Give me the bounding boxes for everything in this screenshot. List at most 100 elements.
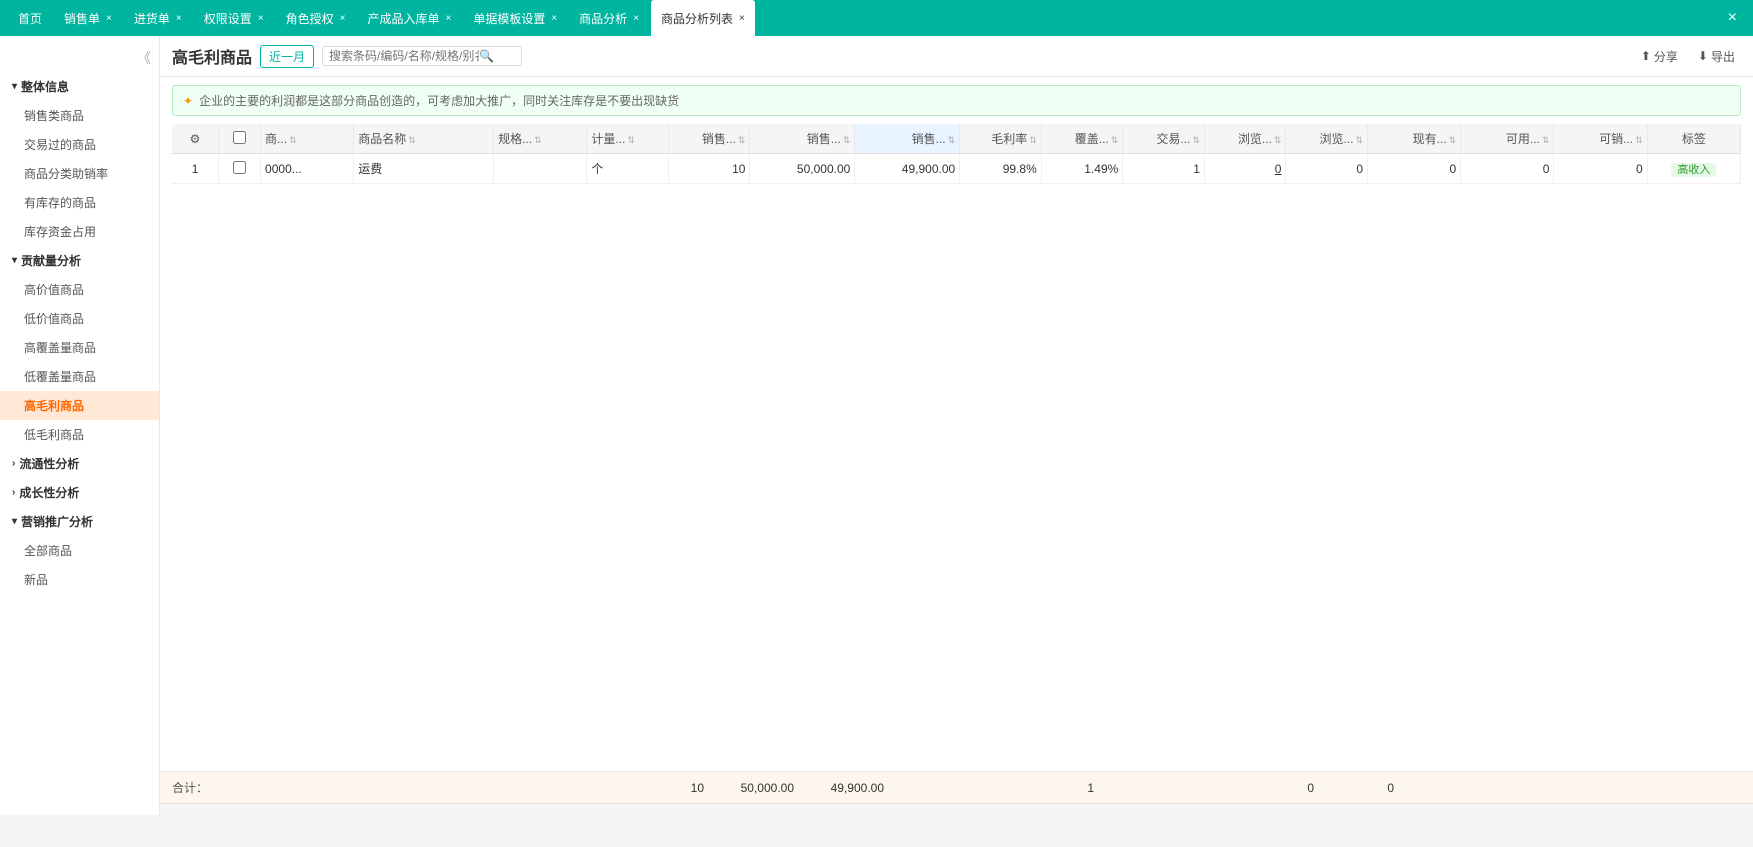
window-close-button[interactable]: ×: [1720, 9, 1745, 27]
nav-role[interactable]: 角色授权 ×: [276, 0, 356, 36]
export-button[interactable]: ⬇ 导出: [1692, 46, 1741, 67]
info-icon: ✦: [183, 94, 193, 108]
arrow-icon: ›: [12, 458, 15, 469]
sidebar-group-marketing[interactable]: ▾ 营销推广分析: [0, 507, 159, 536]
nav-template[interactable]: 单据模板设置 ×: [463, 0, 567, 36]
nav-product-analysis-list[interactable]: 商品分析列表 ×: [651, 0, 755, 36]
code-column-header[interactable]: 商...⇅: [261, 124, 354, 154]
nav-sales-order[interactable]: 销售单 ×: [54, 0, 122, 36]
sales-qty-column-header[interactable]: 销售...⇅: [668, 124, 750, 154]
browse2-column-header[interactable]: 浏览...⇅: [1286, 124, 1368, 154]
search-input[interactable]: [329, 49, 479, 63]
stock2-column-header[interactable]: 可用...⇅: [1461, 124, 1554, 154]
sidebar-collapse-button[interactable]: 《: [137, 48, 151, 68]
sidebar-item-high-value[interactable]: 高价值商品: [0, 275, 159, 304]
footer-bar: 合计： 10 50,000.00 49,900.00 1 0 0: [160, 771, 1753, 803]
sort-icon: ⇅: [408, 135, 416, 145]
close-icon[interactable]: ×: [106, 13, 112, 24]
stock1-column-header[interactable]: 现有...⇅: [1368, 124, 1461, 154]
sidebar-item-instock-goods[interactable]: 有库存的商品: [0, 188, 159, 217]
sidebar-item-traded-goods[interactable]: 交易过的商品: [0, 130, 159, 159]
sidebar-item-all-goods[interactable]: 全部商品: [0, 536, 159, 565]
row-sales-cost: 49,900.00: [855, 154, 960, 184]
period-button[interactable]: 近一月: [260, 45, 314, 68]
sidebar-item-sales-goods[interactable]: 销售类商品: [0, 101, 159, 130]
sort-icon: ⇅: [738, 135, 746, 145]
row-unit: 个: [587, 154, 669, 184]
sidebar-item-high-coverage[interactable]: 高覆盖量商品: [0, 333, 159, 362]
unit-column-header[interactable]: 计量...⇅: [587, 124, 669, 154]
sort-icon: ⇅: [1355, 135, 1363, 145]
row-sales-amt: 50,000.00: [750, 154, 855, 184]
browse1-column-header[interactable]: 浏览...⇅: [1204, 124, 1286, 154]
sidebar-item-low-margin[interactable]: 低毛利商品: [0, 420, 159, 449]
content-header: 高毛利商品 近一月 🔍 ⬆ 分享 ⬇ 导出: [160, 36, 1753, 77]
footer-cells: 10 50,000.00 49,900.00 1 0 0: [212, 781, 1741, 795]
sales-amt-column-header[interactable]: 销售...⇅: [750, 124, 855, 154]
sidebar-item-stock-capital[interactable]: 库存资金占用: [0, 217, 159, 246]
row-coverage: 1.49%: [1041, 154, 1123, 184]
nav-permission[interactable]: 权限设置 ×: [194, 0, 274, 36]
row-stock1: 0: [1368, 154, 1461, 184]
sidebar-item-low-value[interactable]: 低价值商品: [0, 304, 159, 333]
search-box: 🔍: [322, 46, 522, 66]
row-trade: 1: [1123, 154, 1205, 184]
close-icon[interactable]: ×: [739, 13, 745, 24]
gross-rate-column-header[interactable]: 毛利率⇅: [960, 124, 1042, 154]
sort-icon: ⇅: [1542, 135, 1550, 145]
nav-home[interactable]: 首页: [8, 0, 52, 36]
search-icon[interactable]: 🔍: [479, 49, 494, 63]
table-container: ⚙ 商...⇅ 商品名称⇅ 规格...⇅ 计量...⇅ 销售...⇅ 销售...…: [172, 124, 1741, 771]
sidebar-item-new-goods[interactable]: 新品: [0, 565, 159, 594]
sidebar-group-contribution[interactable]: ▾ 贡献量分析: [0, 246, 159, 275]
sort-icon: ⇅: [1111, 135, 1119, 145]
saleable-column-header[interactable]: 可销...⇅: [1554, 124, 1647, 154]
tag-column-header[interactable]: 标签: [1647, 124, 1740, 154]
content-area: 高毛利商品 近一月 🔍 ⬆ 分享 ⬇ 导出 ✦ 企业的主要的利润都是这部分商品创…: [160, 36, 1753, 815]
close-icon[interactable]: ×: [258, 13, 264, 24]
select-all-checkbox[interactable]: [233, 131, 246, 144]
close-icon[interactable]: ×: [176, 13, 182, 24]
sidebar-item-category-rate[interactable]: 商品分类助销率: [0, 159, 159, 188]
close-icon[interactable]: ×: [633, 13, 639, 24]
sort-icon: ⇅: [627, 135, 635, 145]
trade-column-header[interactable]: 交易...⇅: [1123, 124, 1205, 154]
sidebar: 《 ▾ 整体信息 销售类商品 交易过的商品 商品分类助销率 有库存的商品 库存资…: [0, 36, 160, 815]
footer-stock2: 0: [1318, 781, 1398, 795]
row-gross-rate: 99.8%: [960, 154, 1042, 184]
share-button[interactable]: ⬆ 分享: [1635, 46, 1684, 67]
arrow-icon: ▾: [12, 81, 17, 92]
row-saleable: 0: [1554, 154, 1647, 184]
settings-column-header[interactable]: ⚙: [172, 124, 219, 154]
close-icon[interactable]: ×: [445, 13, 451, 24]
sidebar-group-overview[interactable]: ▾ 整体信息: [0, 72, 159, 101]
checkbox-column-header[interactable]: [219, 124, 261, 154]
footer-trade: 1: [1028, 781, 1098, 795]
sort-icon: ⇅: [1192, 135, 1200, 145]
sidebar-item-low-coverage[interactable]: 低覆盖量商品: [0, 362, 159, 391]
sort-icon: ⇅: [289, 135, 297, 145]
sidebar-group-growth[interactable]: › 成长性分析: [0, 478, 159, 507]
row-spec: [494, 154, 587, 184]
row-browse1[interactable]: 0: [1204, 154, 1286, 184]
row-num: 1: [172, 154, 219, 184]
sales-cost-column-header[interactable]: 销售...⇅: [855, 124, 960, 154]
close-icon[interactable]: ×: [340, 13, 346, 24]
sidebar-item-high-margin[interactable]: 高毛利商品: [0, 391, 159, 420]
close-icon[interactable]: ×: [551, 13, 557, 24]
sort-icon: ⇅: [843, 135, 851, 145]
nav-purchase[interactable]: 进货单 ×: [124, 0, 192, 36]
footer-sales-amt: 50,000.00: [708, 781, 798, 795]
spec-column-header[interactable]: 规格...⇅: [494, 124, 587, 154]
coverage-column-header[interactable]: 覆盖...⇅: [1041, 124, 1123, 154]
name-column-header[interactable]: 商品名称⇅: [354, 124, 494, 154]
nav-product-inbound[interactable]: 产成品入库单 ×: [357, 0, 461, 36]
top-nav: 首页 销售单 × 进货单 × 权限设置 × 角色授权 × 产成品入库单 × 单据…: [0, 0, 1753, 36]
sidebar-group-circulation[interactable]: › 流通性分析: [0, 449, 159, 478]
nav-product-analysis[interactable]: 商品分析 ×: [569, 0, 649, 36]
row-checkbox[interactable]: [219, 154, 261, 184]
bottom-scrollbar[interactable]: [160, 803, 1753, 815]
sort-icon: ⇅: [1029, 135, 1037, 145]
arrow-icon: ▾: [12, 516, 17, 527]
row-name: 运费: [354, 154, 494, 184]
